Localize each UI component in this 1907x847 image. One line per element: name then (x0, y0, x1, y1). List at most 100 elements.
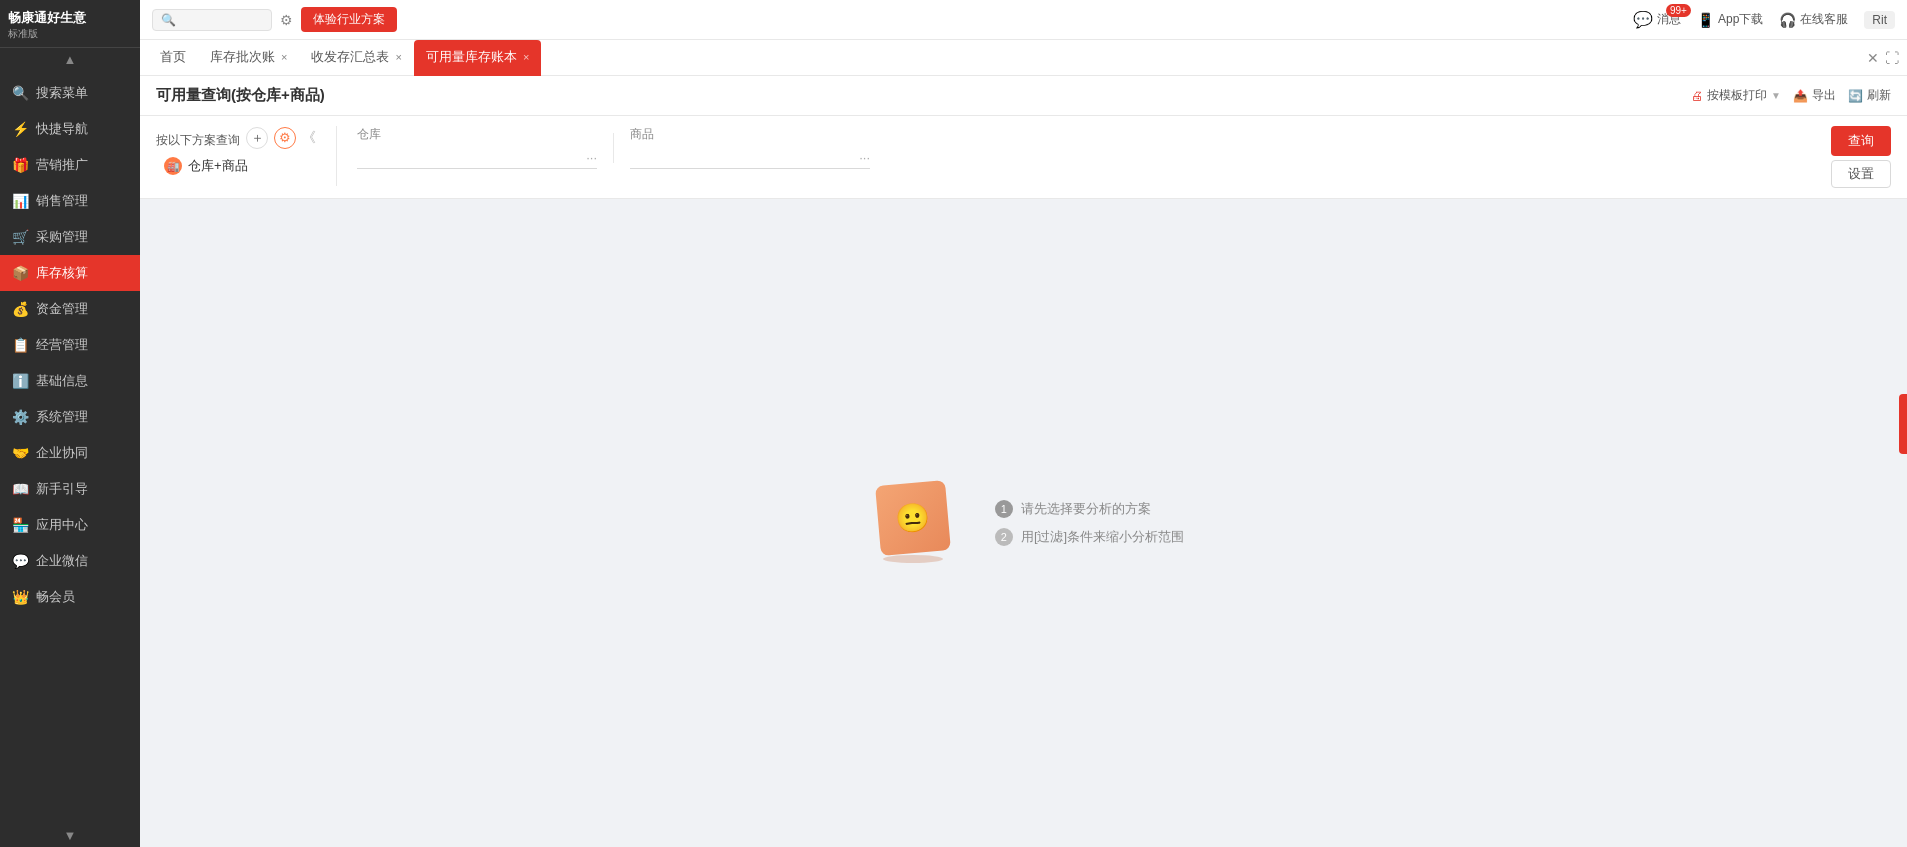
sales-icon: 📊 (12, 193, 28, 209)
sidebar-item-wechat[interactable]: 💬 企业微信 (0, 543, 140, 579)
customer-service-item[interactable]: 🎧 在线客服 (1779, 11, 1848, 28)
app-download-item[interactable]: 📱 App下载 (1697, 11, 1763, 28)
warehouse-field-label: 仓库 (357, 126, 597, 143)
page-header: 可用量查询(按仓库+商品) 🖨 按模板打印 ▼ 📤 导出 🔄 刷新 (140, 76, 1907, 116)
gear-icon[interactable]: ⚙ (280, 12, 293, 28)
app-download-label: App下载 (1718, 11, 1763, 28)
empty-state: 😐 1 请先选择要分析的方案 2 用[过滤]条件来缩小分析范围 (863, 473, 1184, 573)
empty-hints: 1 请先选择要分析的方案 2 用[过滤]条件来缩小分析范围 (995, 500, 1184, 546)
print-icon: 🖨 (1691, 89, 1703, 103)
refresh-action[interactable]: 🔄 刷新 (1848, 87, 1891, 104)
scheme-option-warehouse-goods[interactable]: 🏭 仓库+商品 (156, 153, 316, 179)
sidebar-item-label: 系统管理 (36, 408, 88, 426)
add-scheme-button[interactable]: ＋ (246, 127, 268, 149)
sidebar-item-purchase[interactable]: 🛒 采购管理 (0, 219, 140, 255)
print-dropdown-icon[interactable]: ▼ (1771, 90, 1781, 101)
expand-icon[interactable]: ⛶ (1885, 50, 1899, 66)
goods-input-container[interactable]: ··· (630, 147, 870, 169)
goods-more-icon[interactable]: ··· (859, 150, 870, 165)
sidebar-item-label: 企业协同 (36, 444, 88, 462)
sidebar-item-marketing[interactable]: 🎁 营销推广 (0, 147, 140, 183)
sidebar-item-finance[interactable]: 💰 资金管理 (0, 291, 140, 327)
sidebar-item-label: 采购管理 (36, 228, 88, 246)
sidebar-item-member[interactable]: 👑 畅会员 (0, 579, 140, 615)
trial-button[interactable]: 体验行业方案 (301, 7, 397, 32)
tab-available[interactable]: 可用量库存账本 × (414, 40, 541, 76)
box-face: 😐 (875, 480, 951, 556)
message-icon: 💬 (1633, 10, 1653, 29)
sidebar-item-label: 快捷导航 (36, 120, 88, 138)
brand-name: 畅康通好生意 (8, 10, 132, 27)
sidebar-item-newbie[interactable]: 📖 新手引导 (0, 471, 140, 507)
topbar-right: 💬 消息 99+ 📱 App下载 🎧 在线客服 Rit (1633, 10, 1895, 29)
sidebar-item-label: 企业微信 (36, 552, 88, 570)
sidebar-item-basic[interactable]: ℹ️ 基础信息 (0, 363, 140, 399)
customer-service-label: 在线客服 (1800, 11, 1848, 28)
edition-label: 标准版 (8, 27, 132, 41)
sidebar-item-operations[interactable]: 📋 经营管理 (0, 327, 140, 363)
tab-batch-close[interactable]: × (281, 51, 287, 63)
tab-summary[interactable]: 收发存汇总表 × (299, 40, 413, 76)
wechat-icon: 💬 (12, 553, 28, 569)
goods-input[interactable] (630, 150, 859, 165)
tab-home[interactable]: 首页 (148, 40, 198, 76)
hint-item-2: 2 用[过滤]条件来缩小分析范围 (995, 528, 1184, 546)
goods-field-label: 商品 (630, 126, 870, 143)
tab-available-label: 可用量库存账本 (426, 48, 517, 66)
settings-button[interactable]: 设置 (1831, 160, 1891, 188)
scheme-selector: 按以下方案查询 ＋ ⚙ 《 🏭 仓库+商品 (156, 126, 316, 179)
sidebar-nav: 🔍 搜索菜单 ⚡ 快捷导航 🎁 营销推广 📊 销售管理 🛒 采购管理 📦 (0, 71, 140, 824)
refresh-icon: 🔄 (1848, 89, 1863, 103)
right-edge-handle[interactable] (1899, 394, 1907, 454)
warehouse-more-icon[interactable]: ··· (586, 150, 597, 165)
scheme-option-icon: 🏭 (164, 157, 182, 175)
print-action[interactable]: 🖨 按模板打印 ▼ (1691, 87, 1781, 104)
newbie-icon: 📖 (12, 481, 28, 497)
export-label: 导出 (1812, 87, 1836, 104)
edit-scheme-button[interactable]: ⚙ (274, 127, 296, 149)
sidebar-item-search[interactable]: 🔍 搜索菜单 (0, 75, 140, 111)
basic-icon: ℹ️ (12, 373, 28, 389)
topbar-search-box[interactable]: 🔍 (152, 9, 272, 31)
tabs-bar: 首页 库存批次账 × 收发存汇总表 × 可用量库存账本 × ✕ ⛶ (140, 40, 1907, 76)
sidebar-item-appstore[interactable]: 🏪 应用中心 (0, 507, 140, 543)
sidebar-scroll-up[interactable]: ▲ (0, 48, 140, 71)
system-icon: ⚙️ (12, 409, 28, 425)
filter-label: 按以下方案查询 (156, 126, 240, 149)
sidebar-scroll-down[interactable]: ▼ (0, 824, 140, 847)
filter-label-row: 按以下方案查询 ＋ ⚙ 《 (156, 126, 316, 149)
export-action[interactable]: 📤 导出 (1793, 87, 1836, 104)
search-menu-icon: 🔍 (12, 85, 28, 101)
tab-batch[interactable]: 库存批次账 × (198, 40, 299, 76)
warehouse-input[interactable] (357, 150, 586, 165)
tab-available-close[interactable]: × (523, 51, 529, 63)
hint-item-1: 1 请先选择要分析的方案 (995, 500, 1184, 518)
filter-fields: 仓库 ··· 商品 ··· (357, 126, 1823, 169)
sidebar-item-label: 销售管理 (36, 192, 88, 210)
user-avatar[interactable]: Rit (1864, 11, 1895, 29)
action-buttons: 查询 设置 (1831, 126, 1891, 188)
operations-icon: 📋 (12, 337, 28, 353)
export-icon: 📤 (1793, 89, 1808, 103)
tab-home-label: 首页 (160, 48, 186, 66)
sidebar-item-inventory[interactable]: 📦 库存核算 (0, 255, 140, 291)
inventory-icon: 📦 (12, 265, 28, 281)
sidebar-item-shortcuts[interactable]: ⚡ 快捷导航 (0, 111, 140, 147)
message-item[interactable]: 💬 消息 99+ (1633, 10, 1681, 29)
marketing-icon: 🎁 (12, 157, 28, 173)
query-button[interactable]: 查询 (1831, 126, 1891, 156)
page-title: 可用量查询(按仓库+商品) (156, 86, 325, 105)
tab-summary-close[interactable]: × (395, 51, 401, 63)
tab-batch-label: 库存批次账 (210, 48, 275, 66)
collapse-filter-button[interactable]: 《 (302, 129, 316, 147)
close-all-tabs-icon[interactable]: ✕ (1867, 50, 1879, 66)
warehouse-input-container[interactable]: ··· (357, 147, 597, 169)
sidebar-item-system[interactable]: ⚙️ 系统管理 (0, 399, 140, 435)
topbar-left: 🔍 ⚙ 体验行业方案 (152, 7, 397, 32)
sidebar: 畅康通好生意 标准版 ▲ 🔍 搜索菜单 ⚡ 快捷导航 🎁 营销推广 📊 销售管理… (0, 0, 140, 847)
empty-illustration: 😐 (863, 473, 963, 573)
sidebar-item-enterprise[interactable]: 🤝 企业协同 (0, 435, 140, 471)
sidebar-item-label: 营销推广 (36, 156, 88, 174)
sidebar-item-sales[interactable]: 📊 销售管理 (0, 183, 140, 219)
sidebar-item-label: 资金管理 (36, 300, 88, 318)
